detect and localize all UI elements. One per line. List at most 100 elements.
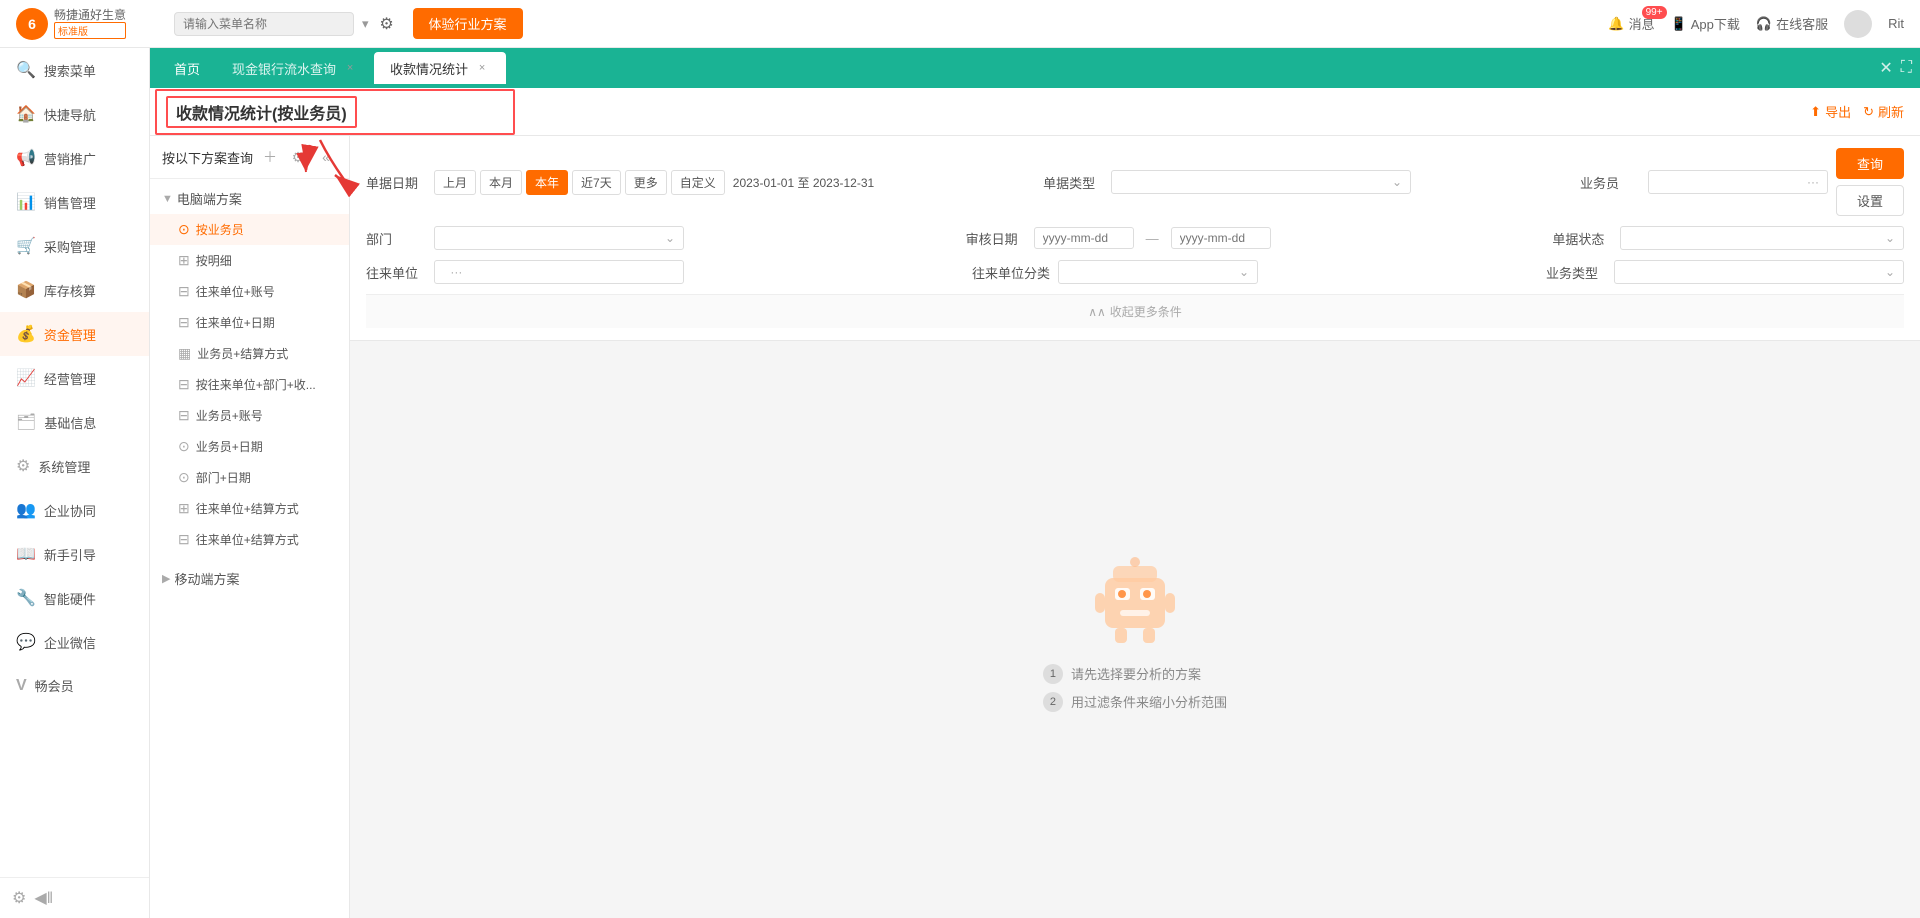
date-btn-this-month[interactable]: 本月 bbox=[480, 170, 522, 195]
counterpart-label: 往来单位 bbox=[366, 263, 426, 282]
by-detail-icon: ⊞ bbox=[178, 252, 190, 269]
sidebar-item-guide[interactable]: 📖 新手引导 bbox=[0, 532, 149, 576]
scheme-panel-header: 按以下方案查询 ＋ ⚙ « bbox=[150, 136, 349, 179]
counterpart-more-icon[interactable]: ··· bbox=[450, 265, 462, 279]
download-icon: 📱 bbox=[1671, 16, 1687, 32]
sidebar-item-finance[interactable]: 💰 资金管理 bbox=[0, 312, 149, 356]
edition-badge: 标准版 bbox=[54, 22, 126, 39]
scheme-section-desktop-header[interactable]: ▼ 电脑端方案 bbox=[150, 183, 349, 214]
scheme-settings-button[interactable]: ⚙ bbox=[287, 146, 309, 168]
date-btn-last-month[interactable]: 上月 bbox=[434, 170, 476, 195]
counterpart-category-label: 往来单位分类 bbox=[972, 263, 1050, 282]
mobile-section-arrow: ▶ bbox=[162, 572, 170, 585]
sidebar-item-purchase[interactable]: 🛒 采购管理 bbox=[0, 224, 149, 268]
menu-search-input[interactable] bbox=[174, 12, 354, 36]
online-service-link[interactable]: 🎧 在线客服 bbox=[1756, 14, 1828, 33]
tab-close-bank-flow[interactable]: × bbox=[342, 60, 358, 76]
page-header-right: ⬆ 导出 ↻ 刷新 bbox=[1810, 102, 1904, 121]
dept-value bbox=[443, 231, 446, 245]
by-salesman-label: 按业务员 bbox=[196, 221, 244, 238]
export-icon: ⬆ bbox=[1810, 104, 1821, 120]
sidebar-item-sales[interactable]: 📊 销售管理 bbox=[0, 180, 149, 224]
scheme-item-salesman-settlement[interactable]: ▦ 业务员+结算方式 bbox=[150, 338, 349, 369]
review-date-from[interactable] bbox=[1034, 227, 1134, 249]
scheme-item-counterpart-settlement2[interactable]: ⊟ 往来单位+结算方式 bbox=[150, 524, 349, 555]
sidebar-item-smart-hw[interactable]: 🔧 智能硬件 bbox=[0, 576, 149, 620]
voucher-status-select[interactable]: ⌄ bbox=[1620, 226, 1904, 250]
tab-close-all-icon[interactable]: ✕ bbox=[1879, 58, 1892, 78]
scheme-section-mobile-header[interactable]: ▶ 移动端方案 bbox=[150, 563, 349, 594]
collection-stats-tab-label: 收款情况统计 bbox=[390, 59, 468, 78]
sidebar-item-system[interactable]: ⚙ 系统管理 bbox=[0, 444, 149, 488]
scheme-item-counterpart-dept-collect[interactable]: ⊟ 按往来单位+部门+收... bbox=[150, 369, 349, 400]
date-btn-custom[interactable]: 自定义 bbox=[671, 170, 725, 195]
user-avatar[interactable] bbox=[1844, 10, 1872, 38]
scheme-item-salesman-date[interactable]: ⊙ 业务员+日期 bbox=[150, 431, 349, 462]
voucher-status-label: 单据状态 bbox=[1552, 229, 1612, 248]
scheme-add-button[interactable]: ＋ bbox=[259, 146, 281, 168]
date-btn-7days[interactable]: 近7天 bbox=[572, 170, 621, 195]
tab-maximize-icon[interactable]: ⛶ bbox=[1901, 59, 1912, 77]
export-button[interactable]: ⬆ 导出 bbox=[1810, 102, 1851, 121]
date-btn-more[interactable]: 更多 bbox=[625, 170, 667, 195]
sidebar-label: 企业协同 bbox=[44, 501, 96, 520]
query-button[interactable]: 查询 bbox=[1836, 148, 1904, 179]
dept-select[interactable]: ⌄ bbox=[434, 226, 684, 250]
sidebar-item-corp-wechat[interactable]: 💬 企业微信 bbox=[0, 620, 149, 664]
app-download-link[interactable]: 📱 App下载 bbox=[1671, 14, 1740, 33]
tab-bar-right: ✕ ⛶ bbox=[1879, 58, 1912, 78]
sidebar-collapse-icon[interactable]: ◀‖ bbox=[34, 888, 53, 908]
sidebar-settings-icon[interactable]: ⚙ bbox=[12, 888, 26, 908]
sidebar-item-corp-collab[interactable]: 👥 企业协同 bbox=[0, 488, 149, 532]
refresh-button[interactable]: ↻ 刷新 bbox=[1863, 102, 1904, 121]
scheme-item-salesman-account[interactable]: ⊟ 业务员+账号 bbox=[150, 400, 349, 431]
scheme-collapse-button[interactable]: « bbox=[315, 146, 337, 168]
business-type-value bbox=[1623, 265, 1626, 279]
counterpart-category-select[interactable]: ⌄ bbox=[1058, 260, 1258, 284]
sidebar-item-inventory[interactable]: 📦 库存核算 bbox=[0, 268, 149, 312]
scheme-item-counterpart-account[interactable]: ⊟ 往来单位+账号 bbox=[150, 276, 349, 307]
business-type-select[interactable]: ⌄ bbox=[1614, 260, 1904, 284]
salesman-select[interactable]: ··· bbox=[1648, 170, 1828, 194]
tab-close-collection-stats[interactable]: × bbox=[474, 60, 490, 76]
dept-arrow: ⌄ bbox=[665, 231, 675, 245]
system-icon: ⚙ bbox=[16, 456, 30, 476]
guide-icon: 📖 bbox=[16, 544, 36, 564]
sidebar-item-vip[interactable]: V 畅会员 bbox=[0, 664, 149, 707]
tab-home[interactable]: 首页 bbox=[158, 52, 216, 84]
breadcrumb-dropdown-icon[interactable]: ▾ bbox=[362, 16, 369, 32]
sidebar-item-marketing[interactable]: 📢 营销推广 bbox=[0, 136, 149, 180]
messages-button[interactable]: 🔔 消息 99+ bbox=[1608, 14, 1654, 33]
trial-industry-button[interactable]: 体验行业方案 bbox=[413, 8, 523, 39]
counterpart-settlement2-icon: ⊟ bbox=[178, 531, 190, 548]
scheme-item-by-detail[interactable]: ⊞ 按明细 bbox=[150, 245, 349, 276]
condition-row-1: 单据日期 上月 本月 本年 近7天 更多 自定义 2023-01-01 至 20… bbox=[366, 148, 1904, 216]
dept-date-label: 部门+日期 bbox=[196, 469, 251, 486]
counterpart-select[interactable]: ··· bbox=[434, 260, 684, 284]
date-picker-group: 上月 本月 本年 近7天 更多 自定义 bbox=[434, 170, 725, 195]
sidebar-label: 经营管理 bbox=[44, 369, 96, 388]
settings-gear-button[interactable]: ⚙ bbox=[373, 10, 401, 38]
voucher-type-select[interactable]: ⌄ bbox=[1111, 170, 1411, 194]
voucher-type-label: 单据类型 bbox=[1043, 173, 1103, 192]
collapse-conditions-bar[interactable]: ∧∧ 收起更多条件 bbox=[366, 294, 1904, 328]
counterpart-settlement2-label: 往来单位+结算方式 bbox=[196, 531, 299, 548]
sidebar-item-quick-nav[interactable]: 🏠 快捷导航 bbox=[0, 92, 149, 136]
scheme-item-by-salesman[interactable]: ⊙ 按业务员 bbox=[150, 214, 349, 245]
user-name: Rit bbox=[1888, 16, 1904, 31]
tab-bank-flow[interactable]: 现金银行流水查询 × bbox=[216, 52, 374, 84]
display-settings-button[interactable]: 设置 bbox=[1836, 185, 1904, 216]
scheme-item-counterpart-date[interactable]: ⊟ 往来单位+日期 bbox=[150, 307, 349, 338]
query-panel: 单据日期 上月 本月 本年 近7天 更多 自定义 2023-01-01 至 20… bbox=[350, 136, 1920, 918]
scheme-item-dept-date[interactable]: ⊙ 部门+日期 bbox=[150, 462, 349, 493]
scheme-item-counterpart-settlement1[interactable]: ⊞ 往来单位+结算方式 bbox=[150, 493, 349, 524]
voucher-type-arrow: ⌄ bbox=[1392, 175, 1402, 189]
sidebar-item-business[interactable]: 📈 经营管理 bbox=[0, 356, 149, 400]
sidebar-item-basic-info[interactable]: 🗂 基础信息 bbox=[0, 400, 149, 444]
tab-collection-stats[interactable]: 收款情况统计 × bbox=[374, 52, 506, 84]
sidebar-item-search-menu[interactable]: 🔍 搜索菜单 bbox=[0, 48, 149, 92]
page-title: 收款情况统计(按业务员) bbox=[166, 96, 357, 128]
date-btn-this-year[interactable]: 本年 bbox=[526, 170, 568, 195]
review-date-to[interactable] bbox=[1171, 227, 1271, 249]
salesman-arrow: ··· bbox=[1807, 175, 1819, 189]
